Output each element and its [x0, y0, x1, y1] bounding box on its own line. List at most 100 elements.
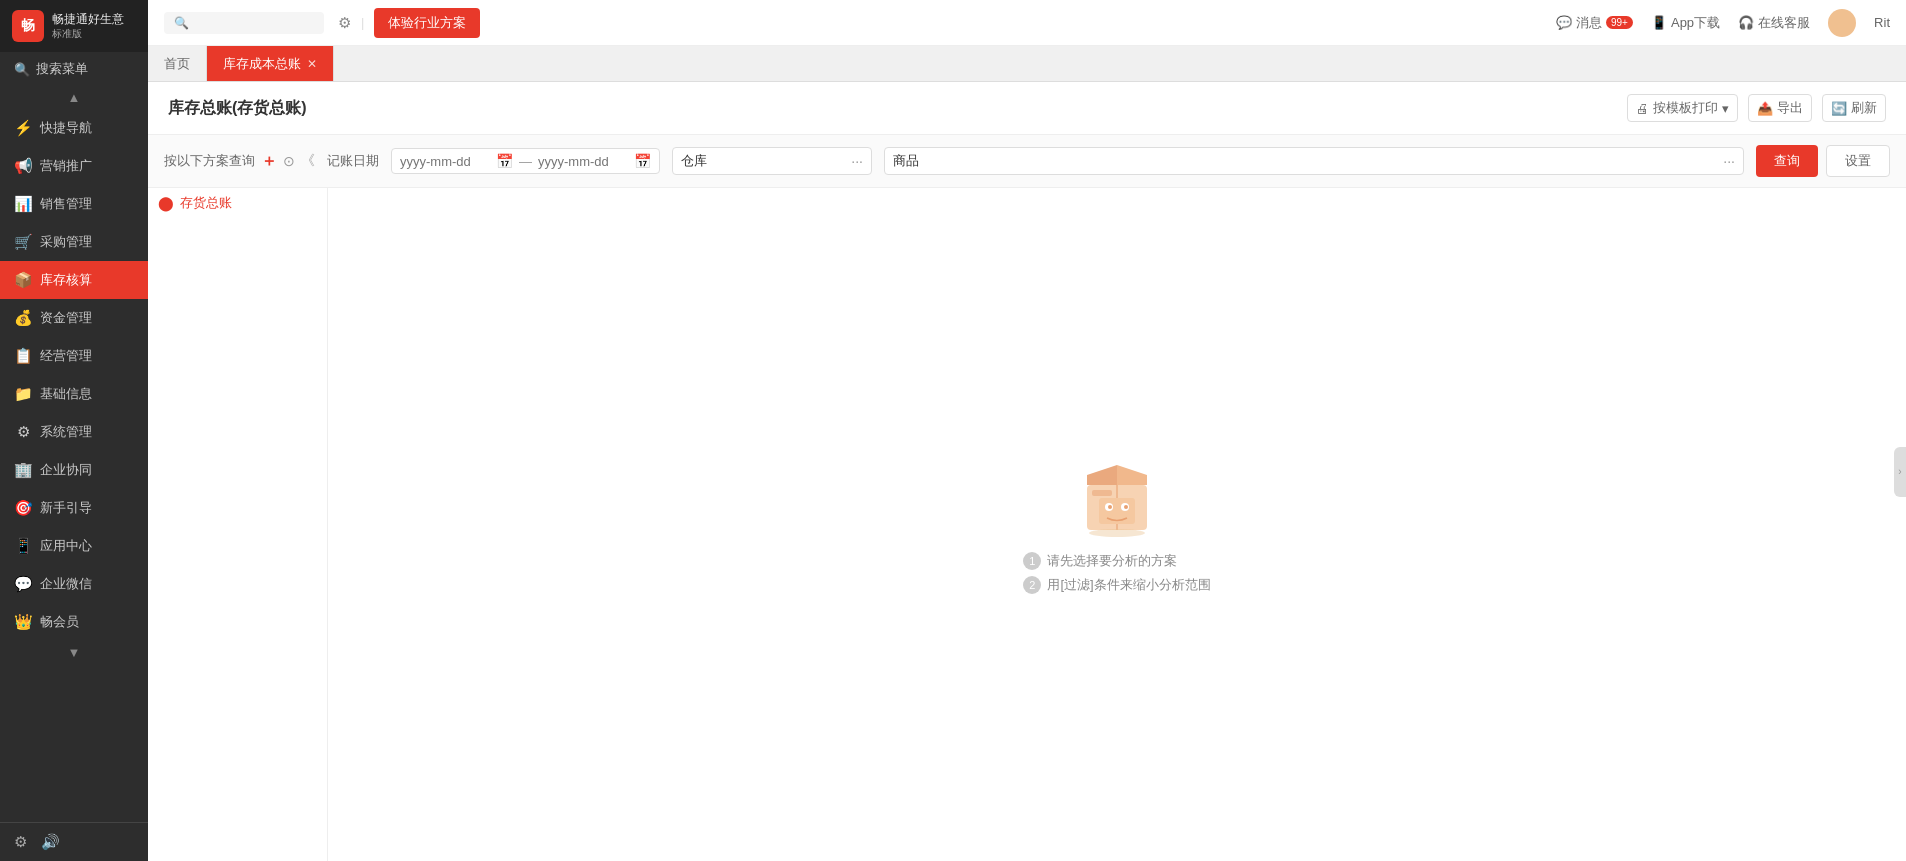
filter-actions: 查询 设置	[1756, 145, 1890, 177]
left-scheme-panel: ⬤ 存货总账	[148, 188, 328, 861]
export-btn[interactable]: 📤 导出	[1748, 94, 1812, 122]
settings-btn[interactable]: 设置	[1826, 145, 1890, 177]
enterprise-icon: 🏢	[14, 461, 32, 479]
sidebar-item-sales[interactable]: 📊 销售管理	[0, 185, 148, 223]
side-collapse-handle[interactable]: ›	[1894, 447, 1906, 497]
messages-btn[interactable]: 💬 消息 99+	[1556, 14, 1633, 32]
date-range-input[interactable]: 📅 — 📅	[391, 148, 660, 174]
sidebar-item-operations[interactable]: 📋 经营管理	[0, 337, 148, 375]
app-download-btn[interactable]: 📱 App下载	[1651, 14, 1720, 32]
purchase-icon: 🛒	[14, 233, 32, 251]
sidebar: 畅 畅捷通好生意 标准版 🔍 搜索菜单 ▲ ⚡ 快捷导航 📢 营销推广 📊 销售…	[0, 0, 148, 861]
sidebar-item-label: 新手引导	[40, 499, 92, 517]
industry-btn[interactable]: 体验行业方案	[374, 8, 480, 38]
topbar: 🔍 ⚙ | 体验行业方案 💬 消息 99+ 📱 App下载 🎧 在线客服 Rit	[148, 0, 1906, 46]
logo-sub: 标准版	[52, 27, 124, 41]
tab-inventory-cost[interactable]: 库存成本总账 ✕	[207, 46, 334, 81]
warehouse-more-icon[interactable]: ···	[851, 153, 863, 169]
scheme-settings-icon[interactable]: ⊙	[283, 153, 295, 169]
scroll-down-btn[interactable]: ▼	[0, 641, 148, 664]
sidebar-item-purchase[interactable]: 🛒 采购管理	[0, 223, 148, 261]
sidebar-nav: ▲ ⚡ 快捷导航 📢 营销推广 📊 销售管理 🛒 采购管理 📦 库存核算 💰 资…	[0, 86, 148, 822]
sidebar-item-guide[interactable]: 🎯 新手引导	[0, 489, 148, 527]
sidebar-item-basic-info[interactable]: 📁 基础信息	[0, 375, 148, 413]
scheme-item-inventory-ledger[interactable]: ⬤ 存货总账	[148, 188, 327, 218]
sidebar-item-label: 库存核算	[40, 271, 92, 289]
headset-icon: 🎧	[1738, 15, 1754, 30]
page-area: 库存总账(存货总账) 🖨 按模板打印 ▾ 📤 导出 🔄 刷新	[148, 82, 1906, 861]
export-icon: 📤	[1757, 101, 1773, 116]
product-filter[interactable]: 商品 ···	[884, 147, 1744, 175]
date-start-input[interactable]	[400, 154, 490, 169]
add-scheme-btn[interactable]: ＋	[261, 151, 277, 172]
content-area: ⬤ 存货总账	[148, 188, 1906, 861]
export-label: 导出	[1777, 99, 1803, 117]
collapse-icon[interactable]: 《	[301, 152, 315, 170]
app-download-label: App下载	[1671, 14, 1720, 32]
sidebar-search-label: 搜索菜单	[36, 60, 88, 78]
tab-close-icon[interactable]: ✕	[307, 57, 317, 71]
sidebar-item-label: 畅会员	[40, 613, 79, 631]
sidebar-logo: 畅 畅捷通好生意 标准版	[0, 0, 148, 52]
sidebar-item-label: 营销推广	[40, 157, 92, 175]
inventory-icon: 📦	[14, 271, 32, 289]
online-support-btn[interactable]: 🎧 在线客服	[1738, 14, 1810, 32]
user-avatar[interactable]	[1828, 9, 1856, 37]
sidebar-item-finance[interactable]: 💰 资金管理	[0, 299, 148, 337]
sidebar-item-label: 采购管理	[40, 233, 92, 251]
date-label: 记账日期	[327, 152, 379, 170]
wechat-icon: 💬	[14, 575, 32, 593]
product-more-icon[interactable]: ···	[1723, 153, 1735, 169]
tab-inventory-cost-label: 库存成本总账	[223, 55, 301, 73]
scheme-item-icon: ⬤	[158, 195, 174, 211]
speaker-bottom-icon[interactable]: 🔊	[41, 833, 60, 851]
warehouse-filter[interactable]: 仓库 ···	[672, 147, 872, 175]
page-header: 库存总账(存货总账) 🖨 按模板打印 ▾ 📤 导出 🔄 刷新	[148, 82, 1906, 135]
online-support-label: 在线客服	[1758, 14, 1810, 32]
svg-point-10	[1089, 529, 1145, 537]
filter-label: 按以下方案查询	[164, 152, 255, 170]
sidebar-search[interactable]: 🔍 搜索菜单	[0, 52, 148, 86]
refresh-icon: 🔄	[1831, 101, 1847, 116]
sidebar-item-inventory[interactable]: 📦 库存核算	[0, 261, 148, 299]
calendar-end-icon[interactable]: 📅	[634, 153, 651, 169]
sidebar-item-marketing[interactable]: 📢 营销推广	[0, 147, 148, 185]
topbar-search-box[interactable]: 🔍	[164, 12, 324, 34]
sidebar-item-label: 资金管理	[40, 309, 92, 327]
chevron-down-icon: ▾	[1722, 101, 1729, 116]
sidebar-bottom: ⚙ 🔊	[0, 822, 148, 861]
page-title: 库存总账(存货总账)	[168, 98, 1627, 119]
sidebar-item-enterprise[interactable]: 🏢 企业协同	[0, 451, 148, 489]
calendar-start-icon[interactable]: 📅	[496, 153, 513, 169]
svg-rect-4	[1092, 490, 1112, 496]
username-label[interactable]: Rit	[1874, 15, 1890, 30]
print-template-btn[interactable]: 🖨 按模板打印 ▾	[1627, 94, 1738, 122]
marketing-icon: 📢	[14, 157, 32, 175]
tab-home-label: 首页	[164, 55, 190, 73]
svg-point-8	[1108, 505, 1112, 509]
sidebar-item-label: 企业协同	[40, 461, 92, 479]
tab-home[interactable]: 首页	[148, 46, 207, 81]
refresh-btn[interactable]: 🔄 刷新	[1822, 94, 1886, 122]
settings-bottom-icon[interactable]: ⚙	[14, 833, 27, 851]
topbar-gear-icon[interactable]: ⚙	[338, 14, 351, 32]
sidebar-item-label: 基础信息	[40, 385, 92, 403]
sidebar-item-vip[interactable]: 👑 畅会员	[0, 603, 148, 641]
query-btn[interactable]: 查询	[1756, 145, 1818, 177]
messages-badge: 99+	[1606, 16, 1633, 29]
sidebar-item-app-center[interactable]: 📱 应用中心	[0, 527, 148, 565]
sidebar-item-system[interactable]: ⚙ 系统管理	[0, 413, 148, 451]
sidebar-item-quick-nav[interactable]: ⚡ 快捷导航	[0, 109, 148, 147]
warehouse-label: 仓库	[681, 152, 847, 170]
svg-marker-1	[1087, 465, 1117, 485]
filter-area: 按以下方案查询 ＋ ⊙ 《 记账日期 📅 — 📅 仓库 ··· 商品 ···	[148, 135, 1906, 188]
sidebar-item-label: 快捷导航	[40, 119, 92, 137]
refresh-label: 刷新	[1851, 99, 1877, 117]
scroll-up-btn[interactable]: ▲	[0, 86, 148, 109]
scheme-item-label: 存货总账	[180, 194, 232, 212]
sidebar-item-wechat[interactable]: 💬 企业微信	[0, 565, 148, 603]
date-end-input[interactable]	[538, 154, 628, 169]
sidebar-item-label: 企业微信	[40, 575, 92, 593]
print-label: 按模板打印	[1653, 99, 1718, 117]
empty-illustration	[1067, 450, 1167, 540]
